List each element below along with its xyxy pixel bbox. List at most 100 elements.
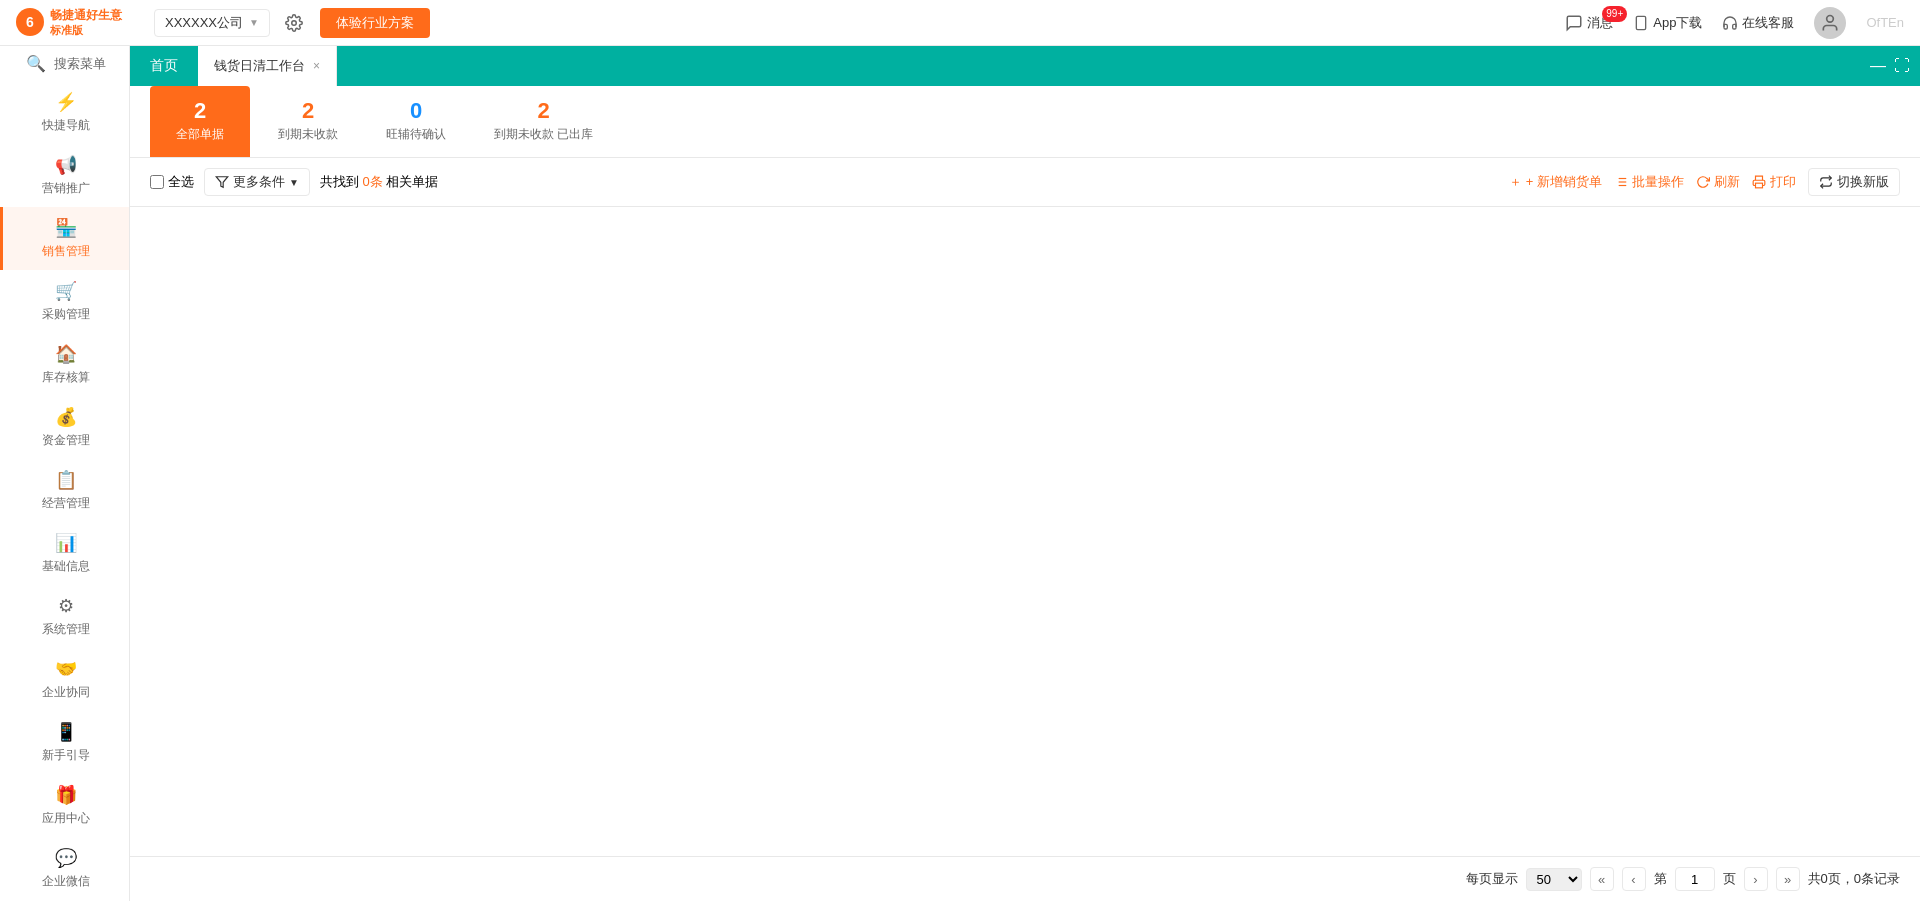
found-text: 共找到 0条 相关单据 — [320, 173, 438, 191]
sidebar-item-quick-nav[interactable]: ⚡ 快捷导航 — [0, 81, 129, 144]
stat-tab-overdue-unshipped[interactable]: 2 到期未收款 已出库 — [470, 86, 617, 157]
tab-close-icon[interactable]: × — [313, 59, 320, 73]
sidebar: 🔍 搜索菜单 ⚡ 快捷导航 📢 营销推广 🏪 销售管理 🛒 采购管理 🏠 库存核… — [0, 46, 130, 901]
sidebar-item-purchase[interactable]: 🛒 采购管理 — [0, 270, 129, 333]
select-all-input[interactable] — [150, 175, 164, 189]
sidebar-search-label: 搜索菜单 — [54, 55, 106, 73]
sidebar-item-wechat[interactable]: 💬 企业微信 — [0, 837, 129, 900]
tab-bar-actions: — ⛶ — [1870, 57, 1920, 75]
message-badge: 99+ — [1602, 6, 1627, 22]
filter-label: 更多条件 — [233, 173, 285, 191]
add-sales-icon: ＋ — [1509, 173, 1522, 191]
app-download-button[interactable]: App下载 — [1633, 14, 1702, 32]
logo-text: 畅捷通好生意 标准版 — [50, 8, 122, 38]
system-icon: ⚙ — [58, 595, 74, 617]
sidebar-item-sales[interactable]: 🏪 销售管理 — [0, 207, 129, 270]
inventory-icon: 🏠 — [55, 343, 77, 365]
sidebar-wechat-label: 企业微信 — [42, 873, 90, 890]
stat-all-num: 2 — [194, 98, 206, 124]
tab-minimize-icon[interactable]: — — [1870, 57, 1886, 75]
found-prefix: 共找到 — [320, 174, 359, 189]
sidebar-item-guide[interactable]: 📱 新手引导 — [0, 711, 129, 774]
sidebar-item-app-center[interactable]: 🎁 应用中心 — [0, 774, 129, 837]
stat-tab-wangwang[interactable]: 0 旺辅待确认 — [362, 86, 470, 157]
sidebar-item-operations[interactable]: 📋 经营管理 — [0, 459, 129, 522]
app-download-label: App下载 — [1653, 14, 1702, 32]
sidebar-item-capital[interactable]: 💰 资金管理 — [0, 396, 129, 459]
sidebar-operations-label: 经营管理 — [42, 495, 90, 512]
logo-line2: 标准版 — [50, 23, 122, 37]
batch-label: 批量操作 — [1632, 173, 1684, 191]
tab-bar: 首页 钱货日清工作台 × — ⛶ — [130, 46, 1920, 86]
online-service-button[interactable]: 在线客服 — [1722, 14, 1794, 32]
prev-page-button[interactable]: ‹ — [1622, 867, 1646, 891]
select-all-checkbox[interactable]: 全选 — [150, 173, 194, 191]
filter-dropdown-icon: ▼ — [289, 177, 299, 188]
guide-icon: 📱 — [55, 721, 77, 743]
sidebar-item-basic-info[interactable]: 📊 基础信息 — [0, 522, 129, 585]
user-avatar[interactable] — [1814, 7, 1846, 39]
logo-line1: 畅捷通好生意 — [50, 8, 122, 24]
switch-version-button[interactable]: 切换新版 — [1808, 168, 1900, 196]
user-name: OfTEn — [1866, 15, 1904, 30]
found-suffix: 相关单据 — [386, 174, 438, 189]
company-selector[interactable]: XXXXXX公司 ▼ — [154, 9, 270, 37]
filter-icon — [215, 175, 229, 189]
page-content: 2 全部单据 2 到期未收款 0 旺辅待确认 2 到期未收款 已出库 — [130, 86, 1920, 901]
table-area — [130, 207, 1920, 856]
wechat-icon: 💬 — [55, 847, 77, 869]
sidebar-item-search[interactable]: 🔍 搜索菜单 — [0, 46, 129, 81]
svg-marker-4 — [216, 177, 228, 188]
page-size-select[interactable]: 50 10 20 100 — [1526, 868, 1582, 891]
sidebar-basic-info-label: 基础信息 — [42, 558, 90, 575]
page-number-input[interactable] — [1675, 867, 1715, 891]
message-button[interactable]: 消息 99+ — [1565, 14, 1613, 32]
next-page-button[interactable]: › — [1744, 867, 1768, 891]
print-label: 打印 — [1770, 173, 1796, 191]
top-bar: 6 畅捷通好生意 标准版 XXXXXX公司 ▼ 体验行业方案 消息 99+ — [0, 0, 1920, 46]
pagination: 每页显示 50 10 20 100 « ‹ 第 页 › » 共0页，0条记录 — [130, 856, 1920, 901]
stat-wangwang-num: 0 — [410, 98, 422, 124]
page-size-label: 每页显示 — [1466, 870, 1518, 888]
tab-home[interactable]: 首页 — [130, 46, 198, 86]
sidebar-item-enterprise[interactable]: 🤝 企业协同 — [0, 648, 129, 711]
tab-qianhuo[interactable]: 钱货日清工作台 × — [198, 46, 337, 86]
stat-tab-overdue[interactable]: 2 到期未收款 — [254, 86, 362, 157]
tab-maximize-icon[interactable]: ⛶ — [1894, 57, 1910, 75]
page-label: 第 — [1654, 870, 1667, 888]
company-dropdown-icon: ▼ — [249, 17, 259, 28]
print-button[interactable]: 打印 — [1752, 173, 1796, 191]
switch-icon — [1819, 175, 1833, 189]
sidebar-quick-nav-label: 快捷导航 — [42, 117, 90, 134]
sidebar-item-marketing[interactable]: 📢 营销推广 — [0, 144, 129, 207]
trial-button[interactable]: 体验行业方案 — [320, 8, 430, 38]
add-sales-label: + 新增销货单 — [1526, 173, 1602, 191]
stat-wangwang-label: 旺辅待确认 — [386, 126, 446, 143]
search-icon: 🔍 — [26, 54, 46, 73]
tab-qianhuo-label: 钱货日清工作台 — [214, 57, 305, 75]
sidebar-system-label: 系统管理 — [42, 621, 90, 638]
sidebar-app-center-label: 应用中心 — [42, 810, 90, 827]
sidebar-guide-label: 新手引导 — [42, 747, 90, 764]
stat-tab-all[interactable]: 2 全部单据 — [150, 86, 250, 157]
sidebar-item-inventory[interactable]: 🏠 库存核算 — [0, 333, 129, 396]
batch-operation-button[interactable]: 批量操作 — [1614, 173, 1684, 191]
toolbar: 全选 更多条件 ▼ 共找到 0条 相关单据 ＋ — [130, 158, 1920, 207]
print-icon — [1752, 175, 1766, 189]
refresh-button[interactable]: 刷新 — [1696, 173, 1740, 191]
add-sales-order-button[interactable]: ＋ + 新增销货单 — [1509, 173, 1602, 191]
svg-rect-1 — [1637, 16, 1646, 29]
sidebar-item-system[interactable]: ⚙ 系统管理 — [0, 585, 129, 648]
sidebar-sales-label: 销售管理 — [42, 243, 90, 260]
settings-button[interactable] — [278, 7, 310, 39]
first-page-button[interactable]: « — [1590, 867, 1614, 891]
filter-button[interactable]: 更多条件 ▼ — [204, 168, 310, 196]
sales-icon: 🏪 — [55, 217, 77, 239]
total-records-label: 共0页，0条记录 — [1808, 870, 1900, 888]
app-center-icon: 🎁 — [55, 784, 77, 806]
refresh-icon — [1696, 175, 1710, 189]
logo-icon: 6 — [16, 8, 44, 36]
capital-icon: 💰 — [55, 406, 77, 428]
stat-unshipped-label: 到期未收款 已出库 — [494, 126, 593, 143]
last-page-button[interactable]: » — [1776, 867, 1800, 891]
